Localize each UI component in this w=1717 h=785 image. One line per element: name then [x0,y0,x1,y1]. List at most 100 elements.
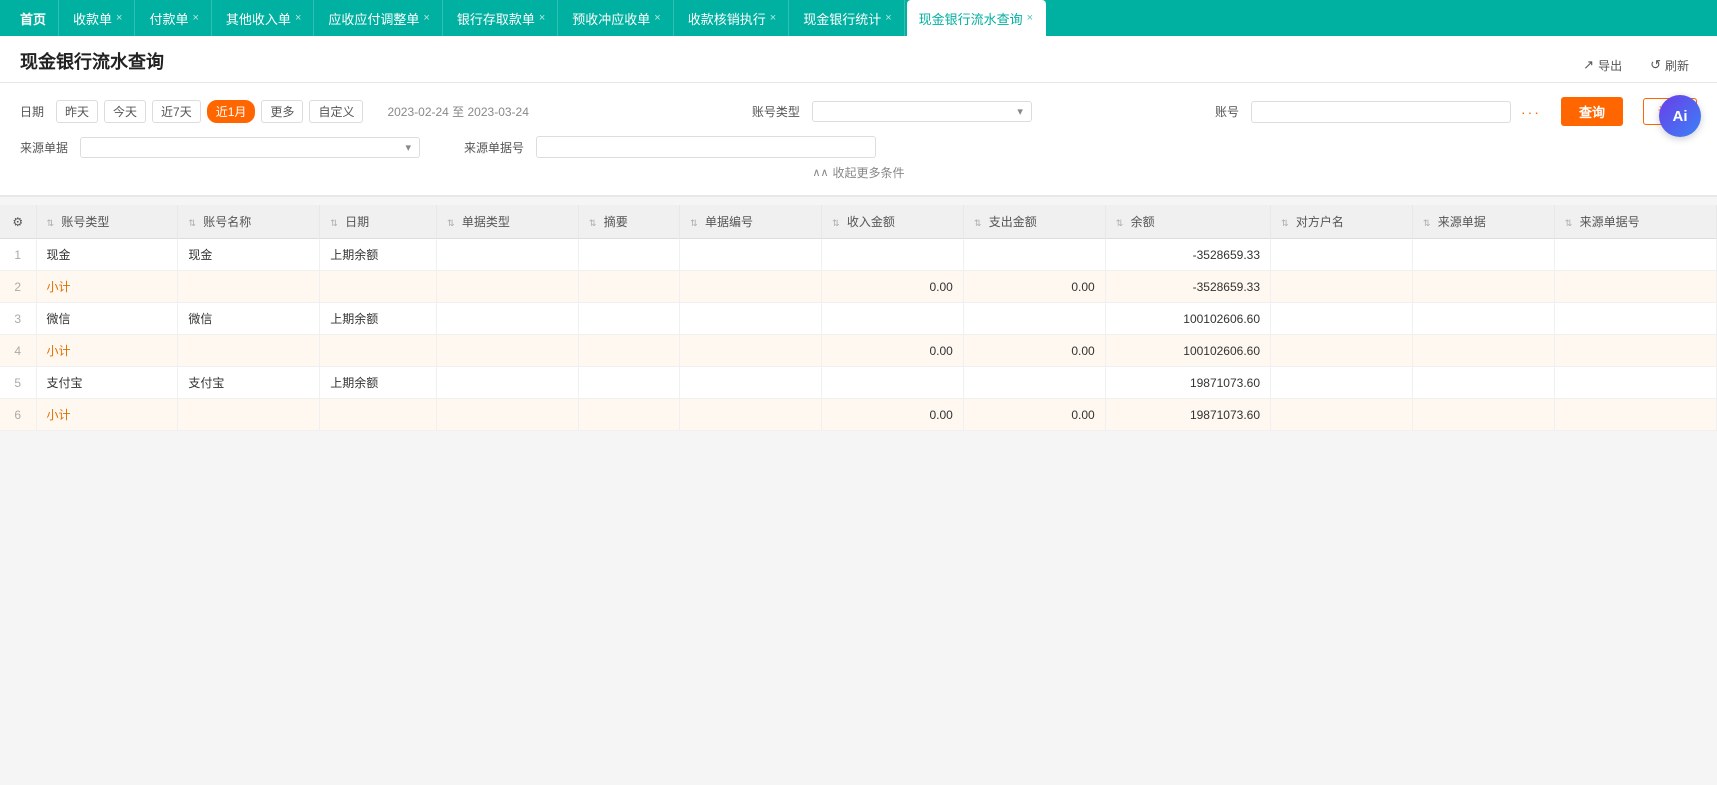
col-expense[interactable]: ⇅ 支出金额 [963,205,1105,239]
table-cell [1412,399,1554,431]
col-settings[interactable]: ⚙ [0,205,36,239]
sort-date-icon: ⇅ [330,218,338,228]
table-row[interactable]: 6小计0.000.0019871073.60 [0,399,1717,431]
nav-tab-cash-bank-flow[interactable]: 现金银行流水查询 × [907,0,1046,36]
nav-tab-ar-ap-adjust-close[interactable]: × [423,12,429,24]
nav-tab-pre-collect-close[interactable]: × [654,12,660,24]
account-type-select[interactable]: ▾ [812,101,1032,122]
nav-tab-collect-verify-close[interactable]: × [770,12,776,24]
sort-counterpart-icon: ⇅ [1281,218,1289,228]
table-cell [578,271,679,303]
sort-doc-type-icon: ⇅ [447,218,455,228]
export-icon: ↗ [1583,57,1594,73]
table-cell: -3528659.33 [1105,239,1270,271]
settings-gear-icon[interactable]: ⚙ [12,215,23,229]
col-counterpart[interactable]: ⇅ 对方户名 [1271,205,1413,239]
nav-tab-bank-deposit[interactable]: 银行存取款单 × [445,0,558,36]
collapse-bar[interactable]: ∧∧ 收起更多条件 [20,160,1697,181]
col-source-doc-no[interactable]: ⇅ 来源单据号 [1554,205,1716,239]
nav-tab-pre-collect[interactable]: 预收冲应收单 × [560,0,673,36]
date-btn-7days[interactable]: 近7天 [152,100,201,123]
nav-tab-cash-bank-flow-close[interactable]: × [1027,12,1033,24]
date-options: 昨天 今天 近7天 近1月 更多 自定义 [56,100,363,123]
nav-tab-other-income[interactable]: 其他收入单 × [214,0,314,36]
refresh-icon: ↺ [1650,57,1661,73]
query-button[interactable]: 查询 [1561,97,1623,126]
table-cell [821,367,963,399]
table-cell: 6 [0,399,36,431]
col-source-doc[interactable]: ⇅ 来源单据 [1412,205,1554,239]
nav-tab-bank-deposit-label: 银行存取款单 [457,9,535,28]
nav-tab-cash-bank-stat-close[interactable]: × [885,12,891,24]
nav-tab-payment-close[interactable]: × [192,12,198,24]
refresh-button[interactable]: ↺ 刷新 [1642,53,1697,78]
col-account-type[interactable]: ⇅ 账号类型 [36,205,178,239]
table-cell: 上期余额 [320,367,437,399]
table-row[interactable]: 4小计0.000.00100102606.60 [0,335,1717,367]
col-income[interactable]: ⇅ 收入金额 [821,205,963,239]
date-btn-custom[interactable]: 自定义 [309,100,363,123]
col-summary[interactable]: ⇅ 摘要 [578,205,679,239]
table-cell [821,303,963,335]
sort-account-name-icon: ⇅ [188,218,196,228]
nav-tab-receipt-close[interactable]: × [116,12,122,24]
table-cell: 0.00 [963,271,1105,303]
table-cell [963,239,1105,271]
sort-balance-icon: ⇅ [1116,218,1124,228]
table-cell [1271,335,1413,367]
top-nav: 首页 收款单 × 付款单 × 其他收入单 × 应收应付调整单 × 银行存取款单 … [0,0,1717,36]
table-cell [320,271,437,303]
table-cell [1554,271,1716,303]
table-cell [821,239,963,271]
table-row[interactable]: 2小计0.000.00-3528659.33 [0,271,1717,303]
col-balance[interactable]: ⇅ 余额 [1105,205,1270,239]
table-cell: 小计 [36,335,178,367]
sort-expense-icon: ⇅ [974,218,982,228]
date-btn-today[interactable]: 今天 [104,100,146,123]
table-cell [1554,399,1716,431]
source-doc-select[interactable]: ▾ [80,137,420,158]
table-row[interactable]: 3微信微信上期余额100102606.60 [0,303,1717,335]
date-label: 日期 [20,103,44,120]
table-row[interactable]: 1现金现金上期余额-3528659.33 [0,239,1717,271]
more-dots-icon[interactable]: ··· [1521,104,1541,120]
table-row[interactable]: 5支付宝支付宝上期余额19871073.60 [0,367,1717,399]
table-cell [680,367,822,399]
nav-tab-cash-bank-stat-label: 现金银行统计 [803,9,881,28]
date-btn-more[interactable]: 更多 [261,100,303,123]
col-date[interactable]: ⇅ 日期 [320,205,437,239]
source-doc-no-input[interactable] [536,136,876,158]
nav-tab-home-label: 首页 [20,9,46,28]
col-doc-no[interactable]: ⇅ 单据编号 [680,205,822,239]
nav-tab-cash-bank-stat[interactable]: 现金银行统计 × [791,0,904,36]
table-cell [680,335,822,367]
col-account-name[interactable]: ⇅ 账号名称 [178,205,320,239]
table-cell [578,303,679,335]
table-cell: 1 [0,239,36,271]
filter-row-2: 来源单据 ▾ 来源单据号 [20,136,1697,158]
table-cell: 4 [0,335,36,367]
date-btn-yesterday[interactable]: 昨天 [56,100,98,123]
filter-area: 日期 昨天 今天 近7天 近1月 更多 自定义 2023-02-24 至 202… [0,83,1717,197]
date-btn-1month[interactable]: 近1月 [207,100,256,123]
nav-tab-bank-deposit-close[interactable]: × [539,12,545,24]
nav-tab-ar-ap-adjust[interactable]: 应收应付调整单 × [316,0,442,36]
nav-tab-receipt[interactable]: 收款单 × [61,0,135,36]
date-filter-group: 日期 昨天 今天 近7天 近1月 更多 自定义 [20,100,363,123]
nav-tab-cash-bank-flow-label: 现金银行流水查询 [919,9,1023,28]
nav-tab-collect-verify[interactable]: 收款核销执行 × [676,0,789,36]
table-cell [320,399,437,431]
table-cell: 微信 [178,303,320,335]
export-button[interactable]: ↗ 导出 [1575,53,1630,78]
table-cell [578,335,679,367]
account-input[interactable] [1251,101,1511,123]
col-doc-type[interactable]: ⇅ 单据类型 [436,205,578,239]
table-cell: 0.00 [821,271,963,303]
table-cell [680,303,822,335]
ai-assistant-button[interactable]: Ai [1659,95,1701,137]
nav-tab-home[interactable]: 首页 [8,0,59,36]
nav-tab-payment[interactable]: 付款单 × [137,0,211,36]
nav-tab-other-income-close[interactable]: × [295,12,301,24]
page-title: 现金银行流水查询 [20,48,164,82]
table-cell [680,239,822,271]
